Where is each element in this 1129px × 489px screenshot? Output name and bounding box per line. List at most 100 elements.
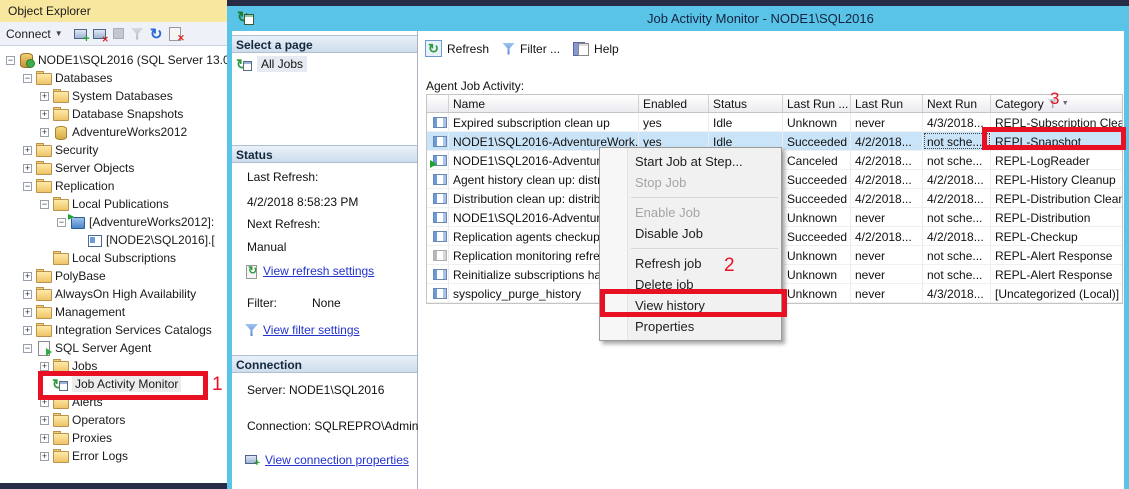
context-menu-item[interactable]: View history: [600, 295, 781, 316]
context-menu-item[interactable]: [600, 193, 781, 202]
column-header-status[interactable]: Status: [709, 95, 783, 112]
tree-item[interactable]: + Error Logs: [0, 447, 227, 465]
job-row[interactable]: Expired subscription clean up yes Idle U…: [427, 113, 1122, 132]
tree-item-icon: [53, 413, 69, 427]
tree-expander-icon[interactable]: −: [23, 343, 32, 353]
tree-expander-icon[interactable]: +: [23, 325, 32, 335]
column-header-icon[interactable]: [427, 95, 449, 112]
context-menu-item[interactable]: Refresh job: [600, 253, 781, 274]
column-header-last-run[interactable]: Last Run: [851, 95, 923, 112]
context-menu-item[interactable]: Properties: [600, 316, 781, 337]
tree-expander-icon[interactable]: +: [40, 127, 49, 137]
tree-expander-icon[interactable]: +: [40, 415, 49, 425]
tree-item-icon: [36, 341, 52, 356]
tree-item-label: Integration Services Catalogs: [55, 323, 212, 337]
filter-button[interactable]: Filter ...: [502, 42, 560, 56]
tree-expander-icon[interactable]: +: [23, 145, 32, 155]
tree-item[interactable]: + Server Objects: [0, 159, 227, 177]
context-menu-item[interactable]: Stop Job: [600, 172, 781, 193]
tree-item-icon: [53, 197, 69, 211]
tree-item[interactable]: + Alerts: [0, 393, 227, 411]
job-icon: [432, 268, 447, 280]
context-menu-item[interactable]: Delete job: [600, 274, 781, 295]
context-menu-item[interactable]: [600, 244, 781, 253]
tree-item[interactable]: − [AdventureWorks2012]:: [0, 209, 227, 231]
view-connection-properties-link[interactable]: View connection properties: [245, 453, 409, 469]
disconnect-server-icon[interactable]: [91, 26, 109, 44]
tree-item-icon: [36, 287, 52, 301]
column-header-last-run-outcome[interactable]: Last Run ...: [783, 95, 851, 112]
context-menu-item[interactable]: Disable Job: [600, 223, 781, 244]
report-script-icon: [167, 26, 185, 44]
tree-item-label: PolyBase: [55, 269, 106, 283]
job-category-cell: [Uncategorized (Local)]: [995, 287, 1120, 301]
tree-item-label: [AdventureWorks2012]:: [89, 215, 215, 229]
tree-item[interactable]: + Security: [0, 141, 227, 159]
connect-dropdown[interactable]: Connect ▼: [6, 27, 63, 41]
tree-item[interactable]: + Proxies: [0, 429, 227, 447]
tree-expander-icon[interactable]: −: [23, 73, 32, 83]
tree-expander-icon[interactable]: +: [40, 91, 49, 101]
tree-item[interactable]: + PolyBase: [0, 267, 227, 285]
all-jobs-icon: [236, 56, 252, 73]
tree-item[interactable]: + Operators: [0, 411, 227, 429]
help-button[interactable]: Help: [573, 41, 619, 56]
object-explorer-toolbar: Connect ▼ ↻: [0, 22, 227, 46]
job-last-run-outcome-cell: Succeeded: [783, 189, 851, 207]
window-titlebar[interactable]: Job Activity Monitor - NODE1\SQL2016: [227, 6, 1129, 31]
refresh-icon[interactable]: ↻: [148, 26, 165, 43]
tree-item[interactable]: + Management: [0, 303, 227, 321]
tree-expander-icon[interactable]: +: [23, 307, 32, 317]
tree-item[interactable]: + Jobs: [0, 357, 227, 375]
tree-item[interactable]: − Local Publications: [0, 195, 227, 213]
page-item-all-jobs[interactable]: All Jobs: [234, 55, 308, 73]
tree-expander-icon[interactable]: +: [40, 397, 49, 407]
tree-expander-icon[interactable]: +: [23, 271, 32, 281]
refresh-button[interactable]: Refresh: [425, 40, 489, 57]
job-last-run-outcome-cell: Unknown: [783, 265, 851, 283]
tree-expander-icon[interactable]: −: [6, 55, 15, 65]
tree-expander-icon[interactable]: +: [40, 433, 49, 443]
tree-item[interactable]: [NODE2\SQL2016].[: [0, 231, 227, 249]
tree-item[interactable]: Local Subscriptions: [0, 249, 227, 267]
tree-item[interactable]: + Integration Services Catalogs: [0, 321, 227, 339]
context-menu-item[interactable]: Start Job at Step...: [600, 151, 781, 172]
tree-item[interactable]: − Databases: [0, 69, 227, 87]
tree-expander-icon[interactable]: +: [40, 109, 49, 119]
tree-expander-icon[interactable]: +: [23, 163, 32, 173]
job-last-run-cell: 4/2/2018...: [851, 227, 923, 245]
job-last-run-cell: never: [851, 284, 923, 302]
tree-expander-icon[interactable]: +: [40, 451, 49, 461]
view-refresh-settings-link[interactable]: View refresh settings: [245, 264, 374, 279]
next-refresh-value: Manual: [247, 240, 287, 254]
tree-item[interactable]: − NODE1\SQL2016 (SQL Server 13.0.1: [0, 51, 227, 69]
tree-item[interactable]: Job Activity Monitor: [0, 375, 227, 393]
tree-expander-icon[interactable]: −: [40, 199, 49, 209]
tree-expander-icon[interactable]: −: [57, 217, 66, 227]
filter-value: None: [312, 296, 341, 310]
job-next-run-cell: not sche...: [923, 246, 991, 264]
tree-item-icon: [36, 71, 52, 85]
tree-item[interactable]: − SQL Server Agent: [0, 339, 227, 357]
column-header-name[interactable]: Name: [449, 95, 639, 112]
job-last-run-outcome-cell: Succeeded: [783, 227, 851, 245]
tree-expander-icon[interactable]: +: [40, 361, 49, 371]
chevron-down-icon: ▼: [54, 29, 63, 38]
refresh-icon: [425, 40, 442, 57]
column-header-next-run[interactable]: Next Run: [923, 95, 991, 112]
tree-item[interactable]: + AdventureWorks2012: [0, 123, 227, 141]
tree-item[interactable]: + System Databases: [0, 87, 227, 105]
tree-expander-icon[interactable]: −: [23, 181, 32, 191]
job-next-run-cell: 4/3/2018...: [923, 113, 991, 131]
view-filter-settings-link[interactable]: View filter settings: [245, 323, 360, 337]
tree-item-label: Server Objects: [55, 161, 135, 175]
tree-expander-icon[interactable]: +: [23, 289, 32, 299]
column-header-enabled[interactable]: Enabled: [639, 95, 709, 112]
connect-server-icon[interactable]: [72, 26, 89, 45]
tree-item[interactable]: − Replication: [0, 177, 227, 195]
tree-item[interactable]: + Database Snapshots: [0, 105, 227, 123]
context-menu-item[interactable]: Enable Job: [600, 202, 781, 223]
object-explorer-tree: − NODE1\SQL2016 (SQL Server 13.0.1 − Dat…: [0, 46, 227, 483]
last-refresh-label: Last Refresh:: [247, 170, 319, 184]
tree-item[interactable]: + AlwaysOn High Availability: [0, 285, 227, 303]
